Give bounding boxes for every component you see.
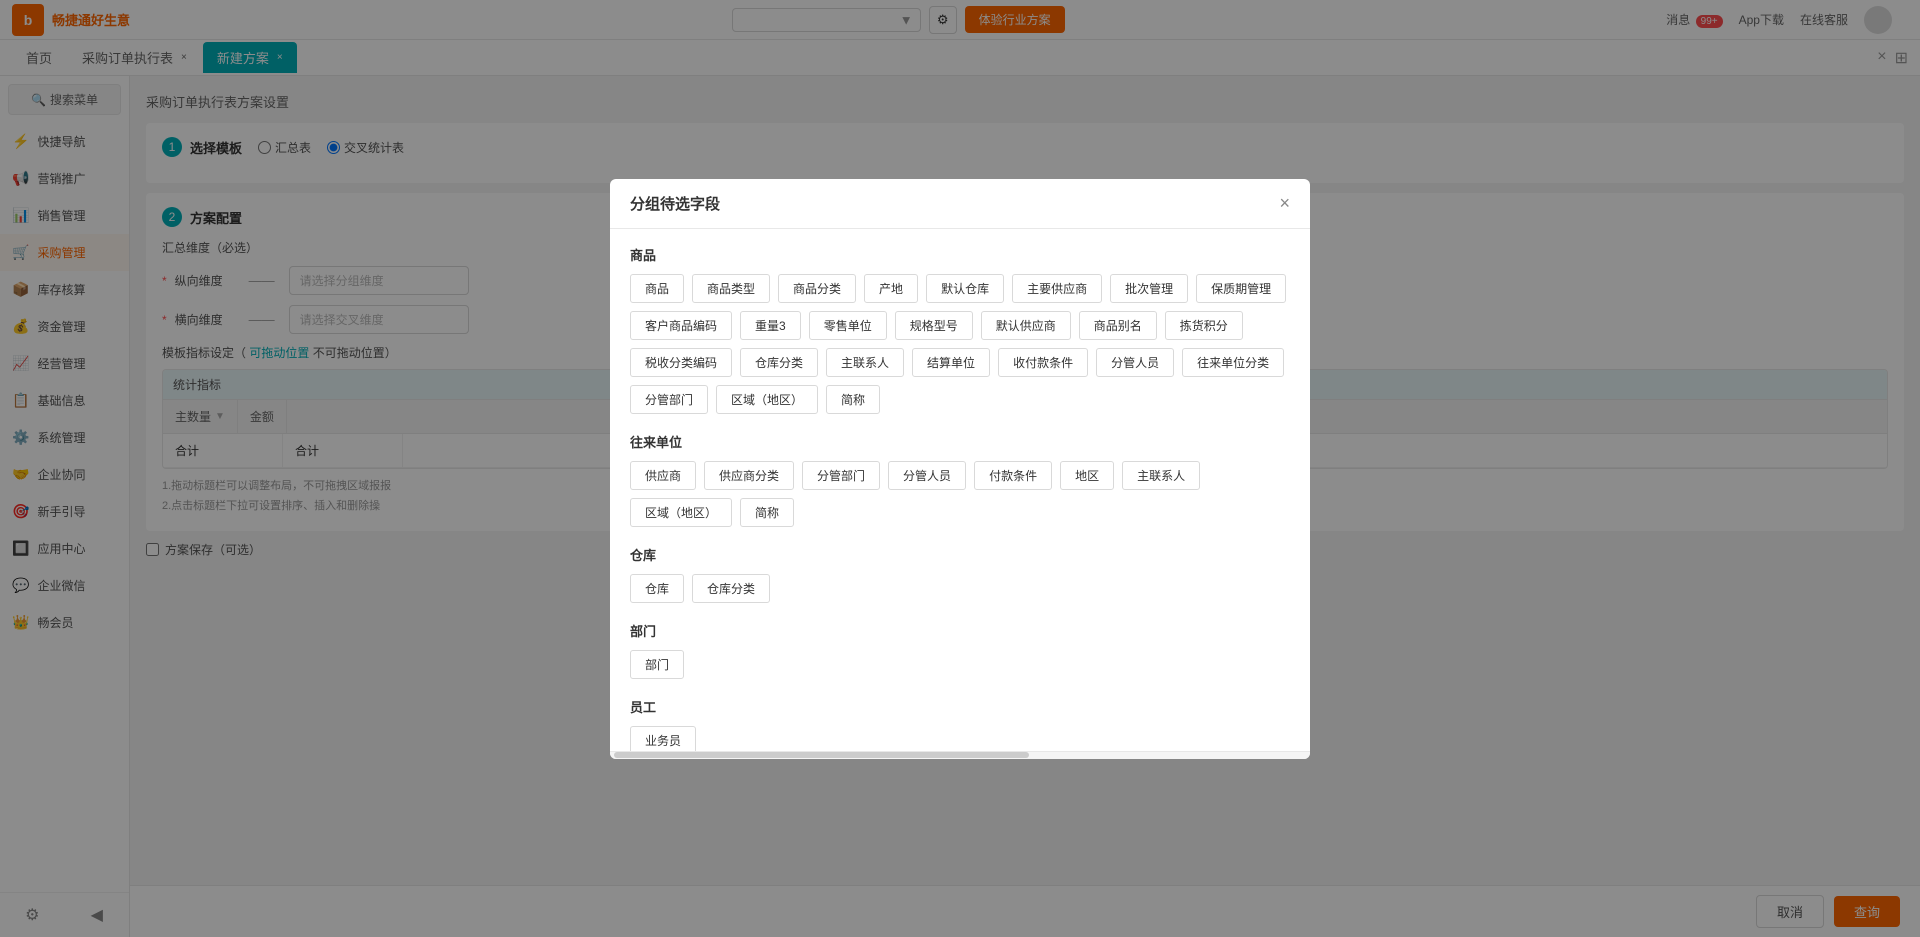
chip-goods-20[interactable]: 分管人员 [1096, 348, 1174, 377]
chip-partner-1[interactable]: 供应商分类 [704, 461, 794, 490]
field-group-goods-title: 商品 [630, 245, 1290, 264]
chip-goods-7[interactable]: 保质期管理 [1196, 274, 1286, 303]
chip-goods-15[interactable]: 税收分类编码 [630, 348, 732, 377]
chip-goods-1[interactable]: 商品类型 [692, 274, 770, 303]
modal-title: 分组待选字段 [630, 193, 720, 214]
chip-goods-22[interactable]: 分管部门 [630, 385, 708, 414]
chip-partner-2[interactable]: 分管部门 [802, 461, 880, 490]
field-group-department-title: 部门 [630, 621, 1290, 640]
chip-partner-5[interactable]: 地区 [1060, 461, 1114, 490]
field-chips-warehouse: 仓库 仓库分类 [630, 574, 1290, 603]
chip-partner-0[interactable]: 供应商 [630, 461, 696, 490]
chip-goods-14[interactable]: 拣货积分 [1165, 311, 1243, 340]
chip-goods-21[interactable]: 往来单位分类 [1182, 348, 1284, 377]
chip-warehouse-0[interactable]: 仓库 [630, 574, 684, 603]
chip-goods-2[interactable]: 商品分类 [778, 274, 856, 303]
modal-body: 商品 商品 商品类型 商品分类 产地 默认仓库 主要供应商 批次管理 保质期管理… [610, 229, 1310, 751]
field-chips-department: 部门 [630, 650, 1290, 679]
field-chips-employee: 业务员 [630, 726, 1290, 751]
field-group-warehouse: 仓库 仓库 仓库分类 [630, 545, 1290, 603]
chip-goods-11[interactable]: 规格型号 [895, 311, 973, 340]
chip-department-0[interactable]: 部门 [630, 650, 684, 679]
chip-partner-8[interactable]: 简称 [740, 498, 794, 527]
modal-horizontal-scrollbar[interactable] [610, 751, 1310, 759]
chip-goods-19[interactable]: 收付款条件 [998, 348, 1088, 377]
field-chips-goods: 商品 商品类型 商品分类 产地 默认仓库 主要供应商 批次管理 保质期管理 客户… [630, 274, 1290, 414]
chip-goods-24[interactable]: 简称 [826, 385, 880, 414]
chip-goods-5[interactable]: 主要供应商 [1012, 274, 1102, 303]
field-group-partner-title: 往来单位 [630, 432, 1290, 451]
chip-goods-18[interactable]: 结算单位 [912, 348, 990, 377]
field-group-warehouse-title: 仓库 [630, 545, 1290, 564]
chip-warehouse-1[interactable]: 仓库分类 [692, 574, 770, 603]
chip-goods-4[interactable]: 默认仓库 [926, 274, 1004, 303]
chip-goods-9[interactable]: 重量3 [740, 311, 801, 340]
chip-goods-3[interactable]: 产地 [864, 274, 918, 303]
chip-goods-17[interactable]: 主联系人 [826, 348, 904, 377]
field-group-department: 部门 部门 [630, 621, 1290, 679]
chip-goods-12[interactable]: 默认供应商 [981, 311, 1071, 340]
modal-close-button[interactable]: × [1279, 194, 1290, 212]
field-group-partner: 往来单位 供应商 供应商分类 分管部门 分管人员 付款条件 地区 主联系人 区域… [630, 432, 1290, 527]
field-group-goods: 商品 商品 商品类型 商品分类 产地 默认仓库 主要供应商 批次管理 保质期管理… [630, 245, 1290, 414]
modal-overlay[interactable]: 分组待选字段 × 商品 商品 商品类型 商品分类 产地 默认仓库 主要供应商 批… [0, 0, 1920, 937]
modal-dialog: 分组待选字段 × 商品 商品 商品类型 商品分类 产地 默认仓库 主要供应商 批… [610, 179, 1310, 759]
chip-goods-8[interactable]: 客户商品编码 [630, 311, 732, 340]
chip-partner-6[interactable]: 主联系人 [1122, 461, 1200, 490]
chip-employee-0[interactable]: 业务员 [630, 726, 696, 751]
modal-hscroll-thumb[interactable] [614, 752, 1029, 758]
field-group-employee: 员工 业务员 [630, 697, 1290, 751]
chip-partner-4[interactable]: 付款条件 [974, 461, 1052, 490]
chip-goods-0[interactable]: 商品 [630, 274, 684, 303]
chip-partner-3[interactable]: 分管人员 [888, 461, 966, 490]
chip-goods-16[interactable]: 仓库分类 [740, 348, 818, 377]
chip-goods-10[interactable]: 零售单位 [809, 311, 887, 340]
chip-goods-13[interactable]: 商品别名 [1079, 311, 1157, 340]
modal-header: 分组待选字段 × [610, 179, 1310, 229]
chip-goods-23[interactable]: 区域（地区） [716, 385, 818, 414]
field-chips-partner: 供应商 供应商分类 分管部门 分管人员 付款条件 地区 主联系人 区域（地区） … [630, 461, 1290, 527]
field-group-employee-title: 员工 [630, 697, 1290, 716]
chip-goods-6[interactable]: 批次管理 [1110, 274, 1188, 303]
chip-partner-7[interactable]: 区域（地区） [630, 498, 732, 527]
